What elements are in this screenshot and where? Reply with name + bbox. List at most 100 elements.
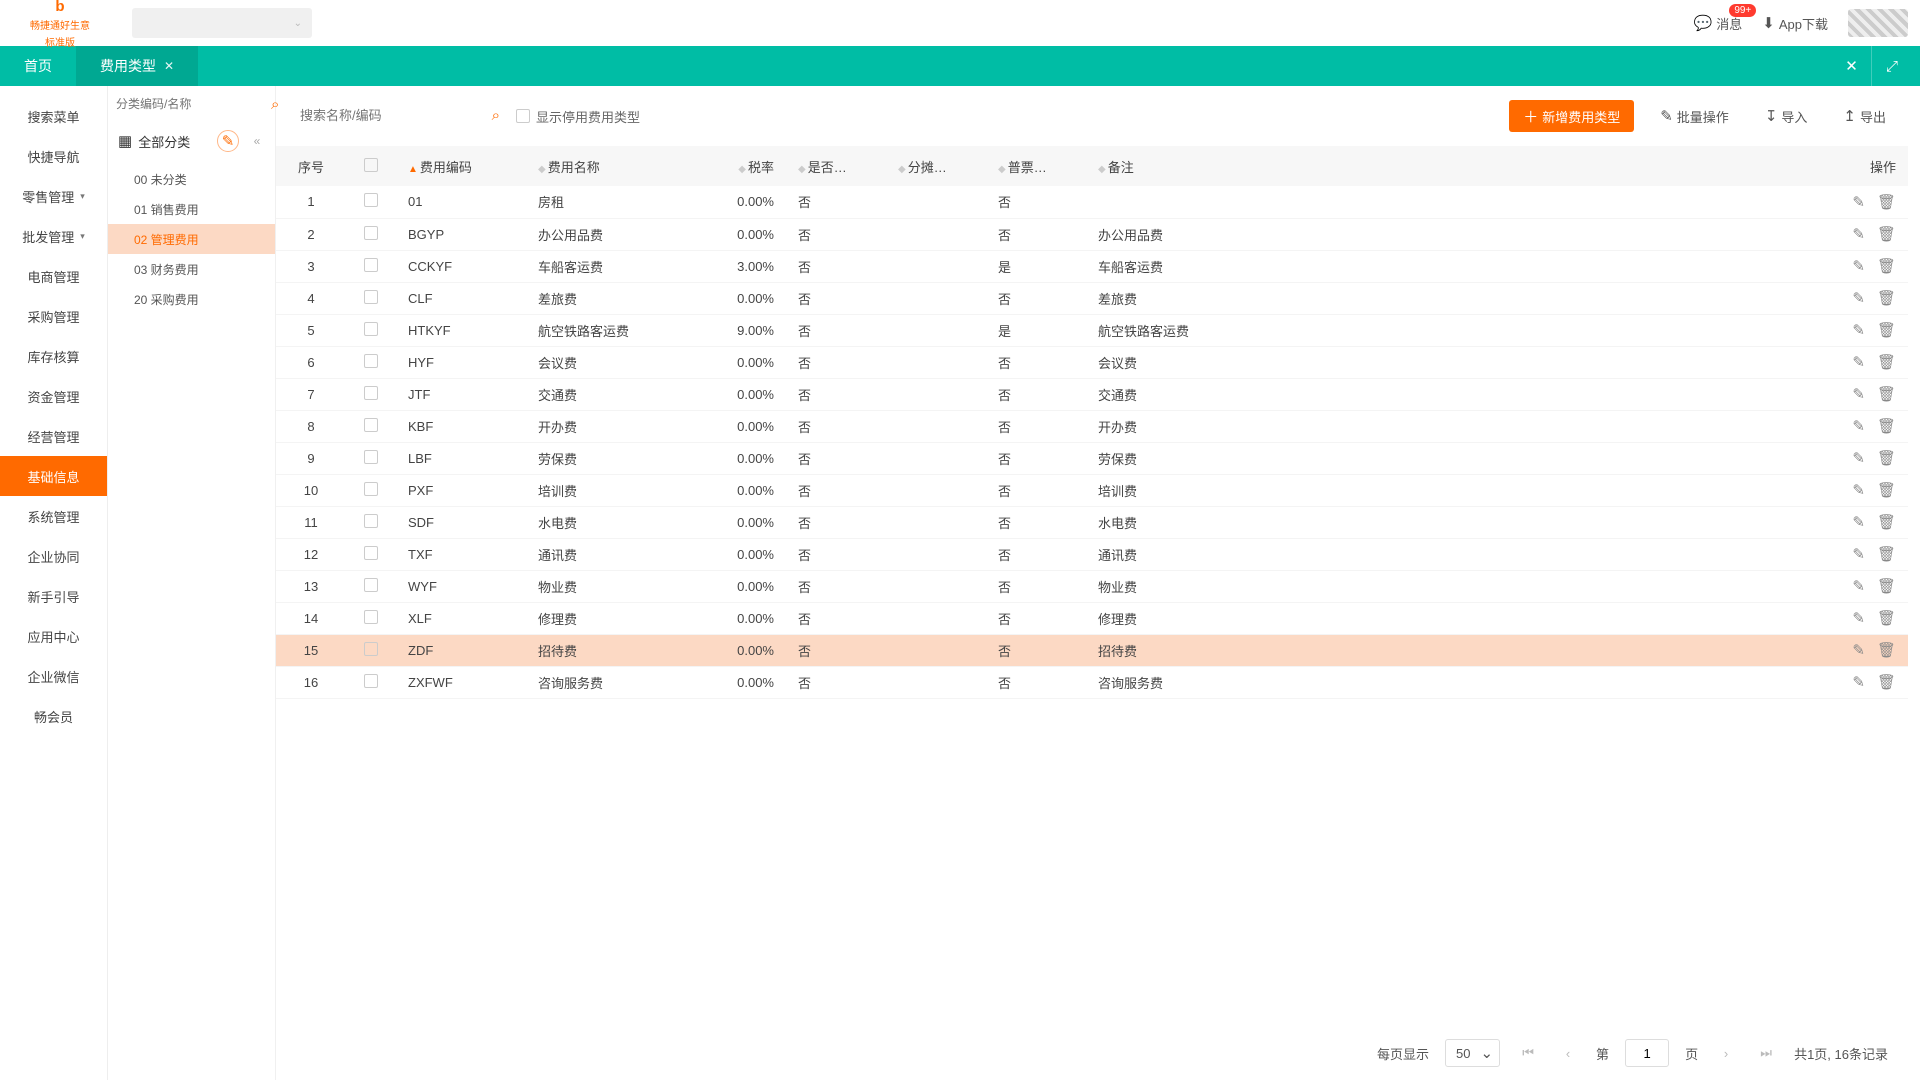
- sidebar-item[interactable]: 零售管理▾: [0, 176, 107, 216]
- sidebar-item[interactable]: 批发管理▾: [0, 216, 107, 256]
- delete-row-button[interactable]: 🗑: [1877, 417, 1896, 435]
- delete-row-button[interactable]: 🗑: [1877, 577, 1896, 595]
- cell-check[interactable]: [346, 314, 396, 346]
- edit-row-button[interactable]: ✎: [1852, 577, 1865, 595]
- table-row[interactable]: 8KBF开办费0.00%否否开办费✎🗑: [276, 410, 1908, 442]
- table-row[interactable]: 7JTF交通费0.00%否否交通费✎🗑: [276, 378, 1908, 410]
- category-item[interactable]: 02 管理费用: [108, 224, 275, 254]
- table-row[interactable]: 9LBF劳保费0.00%否否劳保费✎🗑: [276, 442, 1908, 474]
- close-icon[interactable]: ✕: [164, 59, 174, 73]
- page-prev-button[interactable]: ‹: [1556, 1046, 1580, 1061]
- col-voucher[interactable]: ◆普票…: [986, 146, 1086, 186]
- delete-row-button[interactable]: 🗑: [1877, 225, 1896, 243]
- edit-row-button[interactable]: ✎: [1852, 385, 1865, 403]
- col-isx[interactable]: ◆是否…: [786, 146, 886, 186]
- edit-row-button[interactable]: ✎: [1852, 641, 1865, 659]
- page-next-button[interactable]: ›: [1714, 1046, 1738, 1061]
- delete-row-button[interactable]: 🗑: [1877, 353, 1896, 371]
- sidebar-item[interactable]: 搜索菜单: [0, 96, 107, 136]
- edit-row-button[interactable]: ✎: [1852, 673, 1865, 691]
- tab-home[interactable]: 首页: [0, 46, 76, 86]
- delete-row-button[interactable]: 🗑: [1877, 257, 1896, 275]
- show-disabled-checkbox[interactable]: 显示停用费用类型: [516, 107, 640, 126]
- per-page-select[interactable]: 50 ⌄: [1445, 1039, 1500, 1067]
- edit-row-button[interactable]: ✎: [1852, 545, 1865, 563]
- bulk-action-button[interactable]: ✎ 批量操作: [1650, 100, 1739, 132]
- edit-category-button[interactable]: ✎: [217, 130, 239, 152]
- tabstrip-close-button[interactable]: ✕: [1832, 46, 1872, 86]
- page-last-button[interactable]: ⏭: [1754, 1045, 1778, 1061]
- category-item[interactable]: 00 未分类: [108, 164, 275, 194]
- category-search-input[interactable]: [116, 97, 271, 111]
- cell-check[interactable]: [346, 410, 396, 442]
- col-seq[interactable]: 序号: [276, 146, 346, 186]
- app-download-button[interactable]: ⬇ App下载: [1762, 14, 1828, 33]
- avatar[interactable]: [1848, 9, 1908, 37]
- delete-row-button[interactable]: 🗑: [1877, 193, 1896, 211]
- sidebar-item[interactable]: 畅会员: [0, 696, 107, 736]
- edit-row-button[interactable]: ✎: [1852, 353, 1865, 371]
- col-share[interactable]: ◆分摊…: [886, 146, 986, 186]
- sidebar-item[interactable]: 采购管理: [0, 296, 107, 336]
- expand-button[interactable]: ⤢: [1872, 46, 1912, 86]
- table-row[interactable]: 101房租0.00%否否✎🗑: [276, 186, 1908, 218]
- delete-row-button[interactable]: 🗑: [1877, 513, 1896, 531]
- messages-button[interactable]: 💬 消息 99+: [1694, 14, 1743, 33]
- edit-row-button[interactable]: ✎: [1852, 257, 1865, 275]
- sidebar-item[interactable]: 企业微信: [0, 656, 107, 696]
- delete-row-button[interactable]: 🗑: [1877, 481, 1896, 499]
- import-button[interactable]: ↧ 导入: [1755, 100, 1818, 132]
- table-row[interactable]: 5HTKYF航空铁路客运费9.00%否是航空铁路客运费✎🗑: [276, 314, 1908, 346]
- col-select-all[interactable]: [346, 146, 396, 186]
- col-name[interactable]: ◆费用名称: [526, 146, 696, 186]
- sidebar-item[interactable]: 企业协同: [0, 536, 107, 576]
- search-icon[interactable]: ⌕: [492, 107, 500, 124]
- table-row[interactable]: 13WYF物业费0.00%否否物业费✎🗑: [276, 570, 1908, 602]
- sidebar-item[interactable]: 快捷导航: [0, 136, 107, 176]
- delete-row-button[interactable]: 🗑: [1877, 641, 1896, 659]
- cell-check[interactable]: [346, 634, 396, 666]
- table-row[interactable]: 4CLF差旅费0.00%否否差旅费✎🗑: [276, 282, 1908, 314]
- cell-check[interactable]: [346, 218, 396, 250]
- category-item[interactable]: 20 采购费用: [108, 284, 275, 314]
- export-button[interactable]: ↥ 导出: [1833, 100, 1896, 132]
- col-rate[interactable]: ◆税率: [696, 146, 786, 186]
- table-row[interactable]: 14XLF修理费0.00%否否修理费✎🗑: [276, 602, 1908, 634]
- edit-row-button[interactable]: ✎: [1852, 449, 1865, 467]
- sidebar-item[interactable]: 新手引导: [0, 576, 107, 616]
- edit-row-button[interactable]: ✎: [1852, 193, 1865, 211]
- table-row[interactable]: 15ZDF招待费0.00%否否招待费✎🗑: [276, 634, 1908, 666]
- delete-row-button[interactable]: 🗑: [1877, 321, 1896, 339]
- delete-row-button[interactable]: 🗑: [1877, 545, 1896, 563]
- sidebar-item[interactable]: 电商管理: [0, 256, 107, 296]
- edit-row-button[interactable]: ✎: [1852, 513, 1865, 531]
- edit-row-button[interactable]: ✎: [1852, 417, 1865, 435]
- tab-fee-type[interactable]: 费用类型 ✕: [76, 46, 198, 86]
- table-row[interactable]: 10PXF培训费0.00%否否培训费✎🗑: [276, 474, 1908, 506]
- cell-check[interactable]: [346, 474, 396, 506]
- sidebar-item[interactable]: 经营管理: [0, 416, 107, 456]
- col-code[interactable]: ▲费用编码: [396, 146, 526, 186]
- edit-row-button[interactable]: ✎: [1852, 289, 1865, 307]
- edit-row-button[interactable]: ✎: [1852, 225, 1865, 243]
- delete-row-button[interactable]: 🗑: [1877, 385, 1896, 403]
- table-row[interactable]: 12TXF通讯费0.00%否否通讯费✎🗑: [276, 538, 1908, 570]
- category-item[interactable]: 03 财务费用: [108, 254, 275, 284]
- cell-check[interactable]: [346, 538, 396, 570]
- page-input[interactable]: [1625, 1039, 1669, 1067]
- category-root[interactable]: ▦ 全部分类 ✎ «: [108, 122, 275, 160]
- edit-row-button[interactable]: ✎: [1852, 481, 1865, 499]
- delete-row-button[interactable]: 🗑: [1877, 673, 1896, 691]
- tenant-selector[interactable]: ⌄: [132, 8, 312, 38]
- cell-check[interactable]: [346, 346, 396, 378]
- cell-check[interactable]: [346, 506, 396, 538]
- cell-check[interactable]: [346, 186, 396, 218]
- table-row[interactable]: 3CCKYF车船客运费3.00%否是车船客运费✎🗑: [276, 250, 1908, 282]
- page-first-button[interactable]: ⏮: [1516, 1045, 1540, 1061]
- cell-check[interactable]: [346, 442, 396, 474]
- edit-row-button[interactable]: ✎: [1852, 321, 1865, 339]
- add-fee-type-button[interactable]: ＋ 新增费用类型: [1509, 100, 1634, 132]
- table-row[interactable]: 16ZXFWF咨询服务费0.00%否否咨询服务费✎🗑: [276, 666, 1908, 698]
- cell-check[interactable]: [346, 378, 396, 410]
- collapse-panel-button[interactable]: «: [249, 134, 265, 148]
